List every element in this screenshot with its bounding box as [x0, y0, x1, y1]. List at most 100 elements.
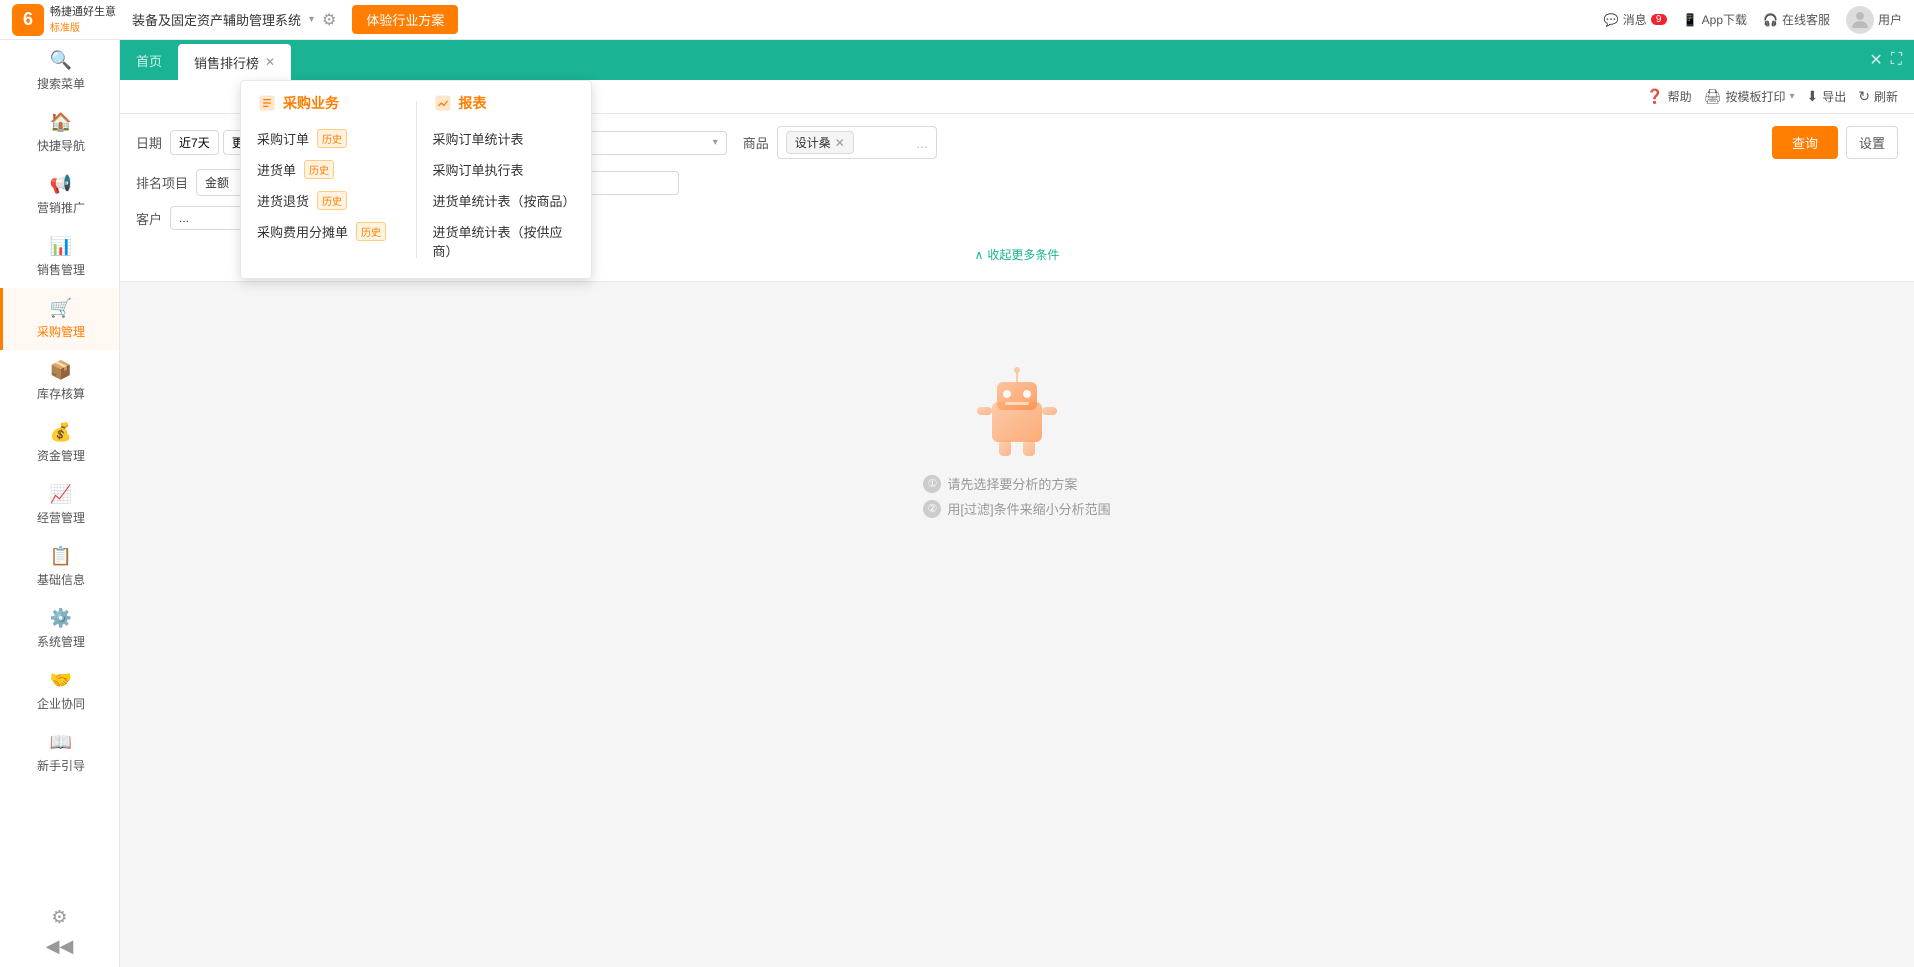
empty-state: ① 请先选择要分析的方案 ② 用[过滤]条件来缩小分析范围	[120, 282, 1914, 598]
empty-hints: ① 请先选择要分析的方案 ② 用[过滤]条件来缩小分析范围	[923, 474, 1110, 518]
help-icon: ❓	[1646, 88, 1663, 105]
app-download-label: App下载	[1702, 11, 1747, 28]
industry-btn[interactable]: 体验行业方案	[352, 5, 458, 34]
sidebar-item-search[interactable]: 🔍 搜索菜单	[0, 40, 119, 102]
menu-section-report: 报表 采购订单统计表 采购订单执行表 进货单统计表（按商品） 进货单统计表（按供…	[417, 93, 592, 266]
business-section-label: 采购业务	[283, 93, 339, 113]
logo-text-area: 畅捷通好生意 标准版	[50, 5, 116, 34]
procurement-menu: 采购业务 采购订单 历史 进货单 历史 进货退货 历史 采购费用分摊单 历史	[240, 80, 592, 279]
sidebar-finance-label: 资金管理	[37, 447, 85, 464]
goods-select[interactable]: 设计桑 ✕ ...	[777, 126, 937, 159]
menu-item-return[interactable]: 进货退货 历史	[253, 185, 404, 216]
sidebar-item-inventory[interactable]: 📦 库存核算	[0, 350, 119, 412]
sidebar-enterprise-label: 企业协同	[37, 695, 85, 712]
status-arrow-icon: ▾	[713, 137, 718, 148]
app-download-item[interactable]: 📱 App下载	[1683, 11, 1747, 28]
enterprise-icon: 🤝	[50, 670, 72, 691]
print-btn[interactable]: 🖨 按模板打印 ▾	[1704, 88, 1795, 105]
sidebar-item-marketing[interactable]: 📢 营销推广	[0, 164, 119, 226]
receiving-stats-supplier-label: 进货单统计表（按供应商）	[433, 222, 576, 260]
sidebar-system-label: 系统管理	[37, 633, 85, 650]
logo-area: 6 畅捷通好生意 标准版	[12, 4, 132, 36]
goods-dots: ...	[916, 135, 928, 151]
setting-btn[interactable]: 设置	[1846, 126, 1898, 159]
refresh-btn[interactable]: ↻ 刷新	[1858, 88, 1898, 105]
operations-icon: 📈	[50, 484, 72, 505]
sidebar-item-sales[interactable]: 📊 销售管理	[0, 226, 119, 288]
print-icon: 🖨	[1704, 88, 1722, 105]
menu-item-purchase-order[interactable]: 采购订单 历史	[253, 123, 404, 154]
tab-bar: 首页 销售排行榜 ✕ ✕ ⛶	[120, 40, 1914, 80]
hint-text-2: 用[过滤]条件来缩小分析范围	[947, 499, 1110, 518]
tab-sales-rank[interactable]: 销售排行榜 ✕	[178, 44, 291, 80]
empty-illustration	[967, 362, 1067, 462]
help-label: 帮助	[1668, 88, 1692, 105]
order-exec-label: 采购订单执行表	[433, 160, 524, 179]
tab-expand-icon[interactable]: ⛶	[1891, 51, 1902, 69]
search-icon: 🔍	[50, 50, 72, 71]
user-item[interactable]: 用户	[1846, 6, 1902, 34]
purchase-order-history-badge[interactable]: 历史	[317, 129, 347, 148]
menu-item-order-exec[interactable]: 采购订单执行表	[429, 154, 580, 185]
sidebar-item-base[interactable]: 📋 基础信息	[0, 536, 119, 598]
tab-close-icon[interactable]: ✕	[265, 55, 275, 69]
content-area: 首页 销售排行榜 ✕ ✕ ⛶ ❓ 帮助 🖨 按模板打印	[120, 40, 1914, 967]
sidebar-collapse-icon[interactable]: ◀◀	[46, 936, 74, 957]
goods-filter: 商品 设计桑 ✕ ...	[743, 126, 937, 159]
receiving-stats-goods-label: 进货单统计表（按商品）	[433, 191, 576, 210]
date-label: 日期	[136, 133, 162, 152]
menu-item-expense[interactable]: 采购费用分摊单 历史	[253, 216, 404, 247]
refresh-icon: ↻	[1858, 88, 1870, 105]
goods-tag-close-icon[interactable]: ✕	[835, 136, 845, 150]
empty-hint-2: ② 用[过滤]条件来缩小分析范围	[923, 499, 1110, 518]
tab-home[interactable]: 首页	[120, 40, 178, 80]
goods-label: 商品	[743, 133, 769, 152]
sidebar-item-finance[interactable]: 💰 资金管理	[0, 412, 119, 474]
help-btn[interactable]: ❓ 帮助	[1646, 88, 1691, 105]
guide-icon: 📖	[50, 732, 72, 753]
sidebar-item-procurement[interactable]: 🛒 采购管理	[0, 288, 119, 350]
sidebar-item-quick[interactable]: 🏠 快捷导航	[0, 102, 119, 164]
tab-window-close-icon[interactable]: ✕	[1869, 50, 1882, 70]
export-btn[interactable]: ⬇ 导出	[1807, 88, 1847, 105]
sidebar-item-system[interactable]: ⚙️ 系统管理	[0, 598, 119, 660]
message-item[interactable]: 💬 消息 9	[1604, 11, 1667, 28]
logo-icon: 6	[12, 4, 44, 36]
top-header: 6 畅捷通好生意 标准版 装备及固定资产辅助管理系统 ▾ ⚙ 体验行业方案 💬 …	[0, 0, 1914, 40]
menu-item-receiving-stats-supplier[interactable]: 进货单统计表（按供应商）	[429, 216, 580, 266]
online-service-item[interactable]: 🎧 在线客服	[1763, 11, 1830, 28]
receiving-history-badge[interactable]: 历史	[304, 160, 334, 179]
sidebar-bottom: ⚙ ◀◀	[0, 897, 119, 967]
sales-icon: 📊	[50, 236, 72, 257]
return-label: 进货退货	[257, 191, 309, 210]
order-stats-label: 采购订单统计表	[433, 129, 524, 148]
message-badge: 9	[1651, 14, 1667, 25]
sidebar-settings-icon[interactable]: ⚙	[51, 907, 67, 928]
date-btn-7days[interactable]: 近7天	[170, 130, 219, 155]
goods-tag: 设计桑 ✕	[786, 131, 854, 154]
sidebar: 🔍 搜索菜单 🏠 快捷导航 📢 营销推广 📊 销售管理 🛒 采购管理 📦 库存核…	[0, 40, 120, 967]
export-label: 导出	[1822, 88, 1846, 105]
logo-text: 畅捷通好生意	[50, 5, 116, 19]
refresh-label: 刷新	[1874, 88, 1898, 105]
query-btn[interactable]: 查询	[1772, 126, 1838, 159]
sidebar-item-operations[interactable]: 📈 经营管理	[0, 474, 119, 536]
settings-icon[interactable]: ⚙	[322, 10, 336, 30]
expense-history-badge[interactable]: 历史	[356, 222, 386, 241]
print-arrow-icon: ▾	[1789, 91, 1794, 102]
report-section-label: 报表	[459, 93, 487, 113]
logo-badge: 标准版	[50, 19, 116, 34]
sidebar-item-guide[interactable]: 📖 新手引导	[0, 722, 119, 784]
menu-item-receiving[interactable]: 进货单 历史	[253, 154, 404, 185]
empty-hint-1: ① 请先选择要分析的方案	[923, 474, 1110, 493]
menu-item-receiving-stats-goods[interactable]: 进货单统计表（按商品）	[429, 185, 580, 216]
collapse-up-icon: ∧	[975, 248, 984, 262]
system-title-arrow-icon[interactable]: ▾	[309, 14, 314, 25]
return-history-badge[interactable]: 历史	[317, 191, 347, 210]
sidebar-item-enterprise[interactable]: 🤝 企业协同	[0, 660, 119, 722]
rank-label: 排名项目	[136, 173, 188, 192]
menu-item-order-stats[interactable]: 采购订单统计表	[429, 123, 580, 154]
user-avatar	[1846, 6, 1874, 34]
sidebar-sales-label: 销售管理	[37, 261, 85, 278]
system-title: 装备及固定资产辅助管理系统	[132, 10, 301, 29]
